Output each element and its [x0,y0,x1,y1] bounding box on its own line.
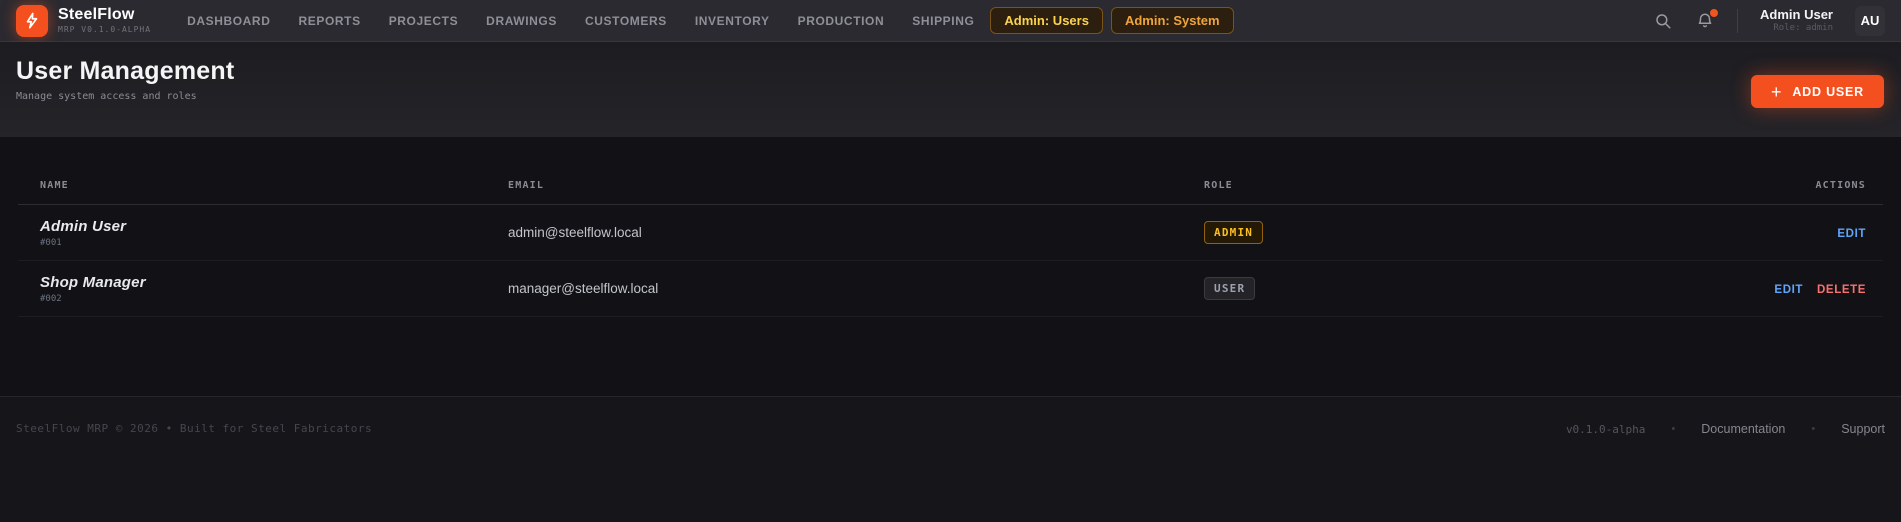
plus-icon: + [1771,81,1783,102]
nav-item-production[interactable]: PRODUCTION [798,14,885,28]
lightning-bolt-icon [23,12,41,30]
user-name-cell: Admin User #001 [18,218,508,248]
page-title: User Management [16,57,235,85]
user-display-name: Admin User [40,217,127,235]
brand-version: MRP V0.1.0-ALPHA [58,24,152,34]
edit-button[interactable]: EDIT [1774,284,1803,296]
nav-item-shipping[interactable]: SHIPPING [912,14,974,28]
user-name-cell: Shop Manager #002 [18,274,508,304]
table-row: Shop Manager #002 manager@steelflow.local U… [18,261,1883,317]
admin-nav-group: Admin: Users Admin: System [990,7,1234,34]
role-badge: ADMIN [1204,221,1264,244]
user-role-cell: USER [1204,277,1760,300]
search-icon [1654,12,1672,30]
column-header-role: ROLE [1204,180,1233,191]
nav-item-admin-system[interactable]: Admin: System [1110,7,1234,34]
footer-link-support[interactable]: Support [1841,422,1885,436]
app-logo[interactable] [16,4,48,37]
page-subtitle: Manage system access and roles [16,91,197,102]
notifications-button[interactable] [1695,8,1719,31]
nav-right-group: Admin User Role: admin AU [1653,5,1885,36]
footer-right-group: v0.1.0-alpha • Documentation • Support [1566,422,1885,436]
nav-item-inventory[interactable]: INVENTORY [695,14,770,28]
actions-cell: EDIT [1823,224,1883,242]
footer-copyright: SteelFlow MRP © 2026 • Built for Steel F… [16,422,373,435]
actions-cell: EDIT DELETE [1760,280,1883,298]
table-row: Admin User #001 admin@steelflow.local ADMIN… [18,205,1883,261]
user-email: admin@steelflow.local [508,225,642,240]
primary-nav: DASHBOARD REPORTS PROJECTS DRAWINGS CUST… [187,14,974,28]
nav-item-reports[interactable]: REPORTS [298,14,360,28]
edit-button[interactable]: EDIT [1837,228,1866,240]
user-id: #001 [40,237,62,248]
nav-item-admin-users[interactable]: Admin: Users [990,7,1103,34]
delete-button[interactable]: DELETE [1817,284,1866,296]
brand-name: SteelFlow [58,6,135,24]
table-body: Admin User #001 admin@steelflow.local ADMIN… [18,205,1883,317]
user-name: Admin User [1760,6,1833,22]
column-header-name: NAME [40,180,69,191]
avatar[interactable]: AU [1855,5,1885,36]
users-table: NAME EMAIL ROLE ACTIONS Admin User #001 ad… [18,137,1883,317]
nav-item-projects[interactable]: PROJECTS [389,14,458,28]
nav-item-customers[interactable]: CUSTOMERS [585,14,667,28]
footer: SteelFlow MRP © 2026 • Built for Steel F… [0,396,1901,522]
nav-item-dashboard[interactable]: DASHBOARD [187,14,270,28]
footer-version: v0.1.0-alpha [1565,422,1646,436]
nav-divider [1737,8,1739,33]
search-button[interactable] [1653,11,1673,31]
page-header: User Management Manage system access and… [0,42,1901,137]
footer-bullet: • [1671,423,1676,435]
user-id: #002 [40,293,62,304]
brand-block: SteelFlow MRP V0.1.0-ALPHA [58,6,151,34]
column-header-email: EMAIL [508,180,545,191]
user-role: Role: admin [1773,23,1833,34]
role-badge: USER [1204,277,1256,300]
content-area: NAME EMAIL ROLE ACTIONS Admin User #001 ad… [0,137,1901,396]
column-header-actions: ACTIONS [1815,180,1866,191]
user-info: Admin User Role: admin [1760,7,1833,34]
nav-item-drawings[interactable]: DRAWINGS [486,14,557,28]
user-role-cell: ADMIN [1204,221,1823,244]
user-display-name: Shop Manager [40,273,146,291]
notification-dot [1710,8,1719,17]
table-header-row: NAME EMAIL ROLE ACTIONS [18,137,1883,205]
user-email: manager@steelflow.local [508,281,659,296]
add-user-button[interactable]: + ADD USER [1751,75,1884,108]
add-user-label: ADD USER [1792,84,1864,99]
footer-bullet: • [1811,423,1816,435]
footer-link-documentation[interactable]: Documentation [1701,422,1785,436]
top-nav-bar: SteelFlow MRP V0.1.0-ALPHA DASHBOARD REP… [0,0,1901,42]
